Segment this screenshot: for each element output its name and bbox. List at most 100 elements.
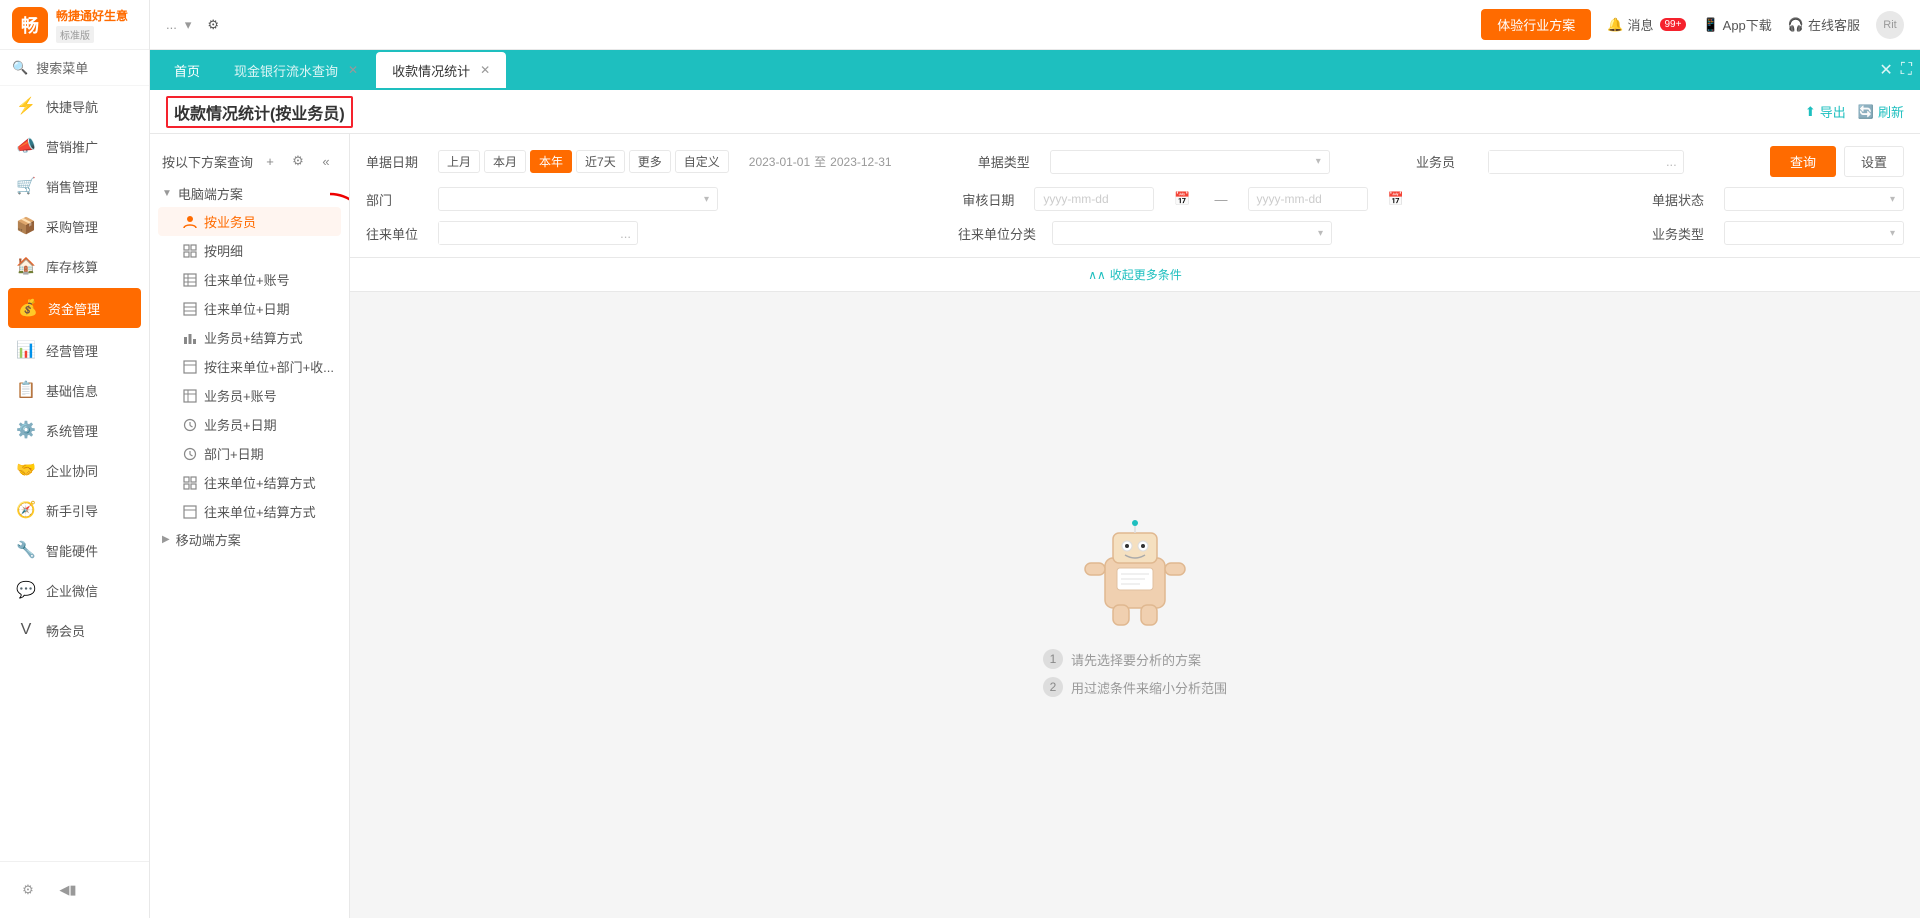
sidebar-item-enterprise[interactable]: 🤝 企业协同 — [0, 450, 149, 490]
counterpart-more-icon[interactable]: ... — [614, 226, 637, 241]
sidebar-item-base[interactable]: 📋 基础信息 — [0, 370, 149, 410]
sidebar-item-wechat[interactable]: 💬 企业微信 — [0, 570, 149, 610]
tabbar-expand-icon[interactable]: ⛶ — [1901, 61, 1912, 79]
collapse-sidebar-btn[interactable]: ◀▮ — [52, 874, 84, 906]
panel-title: 按以下方案查询 — [162, 152, 253, 171]
tree-item-unit-dept-collect[interactable]: 按往来单位+部门+收... — [158, 352, 341, 381]
tab-collection[interactable]: 收款情况统计 ✕ — [376, 52, 506, 88]
query-btn[interactable]: 查询 — [1770, 146, 1836, 177]
date-btn-more[interactable]: 更多 — [629, 150, 671, 173]
audit-date-from[interactable]: yyyy-mm-dd — [1034, 187, 1154, 211]
doc-type-select[interactable]: ▾ — [1050, 150, 1330, 174]
collapse-bar[interactable]: ∧∧ 收起更多条件 — [350, 258, 1920, 292]
tree-item-unit-settlement1[interactable]: 往来单位+结算方式 — [158, 468, 341, 497]
filter-row-1: 单据日期 上月 本月 本年 近7天 更多 自定义 2023-01-01 至 — [366, 146, 1904, 177]
sidebar-item-operations[interactable]: 📊 经营管理 — [0, 330, 149, 370]
calendar-icon-2: 📅 — [1384, 191, 1408, 207]
sidebar-item-sales[interactable]: 🛒 销售管理 — [0, 166, 149, 206]
mobile-group: ▶ 移动端方案 — [150, 526, 349, 553]
salesman-label: 业务员 — [1416, 152, 1472, 171]
doc-status-select[interactable]: ▾ — [1724, 187, 1904, 211]
trial-btn[interactable]: 体验行业方案 — [1481, 9, 1591, 40]
tab-home[interactable]: 首页 — [158, 52, 216, 88]
guide-icon: 🧭 — [16, 500, 36, 520]
clock-icon-2 — [182, 446, 198, 462]
salesman-input[interactable]: ... — [1488, 150, 1684, 174]
headset-icon: 🎧 — [1788, 17, 1804, 33]
salesman-more-icon[interactable]: ... — [1660, 154, 1683, 169]
tab-bank[interactable]: 现金银行流水查询 ✕ — [218, 52, 374, 88]
tree-item-dept-date[interactable]: 部门+日期 — [158, 439, 341, 468]
tree-item-salesman-account[interactable]: 业务员+账号 — [158, 381, 341, 410]
date-btn-7days[interactable]: 近7天 — [576, 150, 625, 173]
date-btn-this-month[interactable]: 本月 — [484, 150, 526, 173]
mobile-group-arrow-icon: ▶ — [162, 534, 170, 545]
sidebar-item-system[interactable]: ⚙️ 系统管理 — [0, 410, 149, 450]
topbar-dropdown-icon[interactable]: ▾ — [185, 17, 192, 33]
collapse-chevron-icon: ∧∧ — [1088, 268, 1106, 282]
sidebar-item-guide[interactable]: 🧭 新手引导 — [0, 490, 149, 530]
system-icon: ⚙️ — [16, 420, 36, 440]
sidebar-item-finance[interactable]: 💰 资金管理 — [8, 288, 141, 328]
online-service-btn[interactable]: 🎧 在线客服 — [1788, 15, 1860, 34]
tree-item-by-detail[interactable]: 按明细 — [158, 236, 341, 265]
biz-type-select[interactable]: ▾ — [1724, 221, 1904, 245]
tree-item-unit-settlement2[interactable]: 往来单位+结算方式 — [158, 497, 341, 526]
logo-text-area: 畅捷通好生意 标准版 — [56, 7, 128, 43]
date-btn-custom[interactable]: 自定义 — [675, 150, 729, 173]
tab-bank-close[interactable]: ✕ — [348, 63, 358, 77]
desktop-group-title[interactable]: ▼ 电脑端方案 — [158, 180, 341, 207]
sidebar-item-purchase[interactable]: 📦 采购管理 — [0, 206, 149, 246]
panel-collapse-btn[interactable]: « — [315, 150, 337, 172]
counterpart-cat-arrow-icon: ▾ — [1318, 228, 1323, 239]
operations-icon: 📊 — [16, 340, 36, 360]
panel-settings-btn[interactable]: ⚙ — [287, 150, 309, 172]
avatar-circle: Rit — [1876, 11, 1904, 39]
bell-icon: 🔔 — [1607, 17, 1623, 33]
topbar-left: ... ▾ ⚙ — [166, 17, 219, 33]
user-avatar[interactable]: Rit — [1876, 11, 1904, 39]
tree-item-unit-account[interactable]: 往来单位+账号 — [158, 265, 341, 294]
export-btn[interactable]: ⬆ 导出 — [1805, 102, 1846, 121]
app-download-btn[interactable]: 📱 App下载 — [1702, 15, 1771, 34]
mobile-group-title[interactable]: ▶ 移动端方案 — [158, 526, 341, 553]
hint-item-2: 2 用过滤条件来缩小分析范围 — [1043, 677, 1227, 697]
sidebar-item-marketing[interactable]: 📣 营销推广 — [0, 126, 149, 166]
sidebar-item-hardware[interactable]: 🔧 智能硬件 — [0, 530, 149, 570]
sidebar-bottom: ⚙ ◀▮ — [0, 861, 149, 918]
refresh-icon: 🔄 — [1858, 104, 1874, 120]
bar-chart-icon — [182, 330, 198, 346]
logo-area: 畅 畅捷通好生意 标准版 — [0, 0, 149, 50]
tab-collection-close[interactable]: ✕ — [480, 63, 490, 77]
clock-icon-1 — [182, 417, 198, 433]
settings-btn[interactable]: ⚙ — [12, 874, 44, 906]
tabbar-right: ✕ ⛶ — [1879, 60, 1912, 80]
sidebar-item-member[interactable]: V 畅会员 — [0, 610, 149, 650]
tree-item-salesman-settlement[interactable]: 业务员+结算方式 — [158, 323, 341, 352]
notification-badge: 99+ — [1660, 18, 1687, 31]
tree-item-salesman-date[interactable]: 业务员+日期 — [158, 410, 341, 439]
tabbar-close-icon[interactable]: ✕ — [1879, 60, 1892, 80]
counterpart-input[interactable]: ... — [438, 221, 638, 245]
notification-btn[interactable]: 🔔 消息 99+ — [1607, 15, 1686, 34]
counterpart-text-input[interactable] — [439, 222, 614, 244]
filter-actions: 查询 设置 — [1770, 146, 1904, 177]
topbar-right: 体验行业方案 🔔 消息 99+ 📱 App下载 🎧 在线客服 Rit — [1481, 9, 1904, 40]
tree-item-by-salesman[interactable]: 按业务员 — [158, 207, 341, 236]
refresh-btn[interactable]: 🔄 刷新 — [1858, 102, 1904, 121]
table-icon-5 — [182, 504, 198, 520]
panel-add-btn[interactable]: + — [259, 150, 281, 172]
date-btn-this-year[interactable]: 本年 — [530, 150, 572, 173]
counterpart-cat-select[interactable]: ▾ — [1052, 221, 1332, 245]
date-btn-last-month[interactable]: 上月 — [438, 150, 480, 173]
dept-select[interactable]: ▾ — [438, 187, 718, 211]
search-menu[interactable]: 🔍 搜索菜单 — [0, 50, 149, 86]
sidebar-item-quick-nav[interactable]: ⚡ 快捷导航 — [0, 86, 149, 126]
salesman-text-input[interactable] — [1489, 151, 1660, 173]
topbar: ... ▾ ⚙ 体验行业方案 🔔 消息 99+ 📱 App下载 🎧 在线客服 R… — [150, 0, 1920, 50]
settings-btn[interactable]: 设置 — [1844, 146, 1904, 177]
topbar-gear-btn[interactable]: ⚙ — [207, 17, 219, 33]
tree-item-unit-date[interactable]: 往来单位+日期 — [158, 294, 341, 323]
audit-date-to[interactable]: yyyy-mm-dd — [1248, 187, 1368, 211]
sidebar-item-inventory[interactable]: 🏠 库存核算 — [0, 246, 149, 286]
